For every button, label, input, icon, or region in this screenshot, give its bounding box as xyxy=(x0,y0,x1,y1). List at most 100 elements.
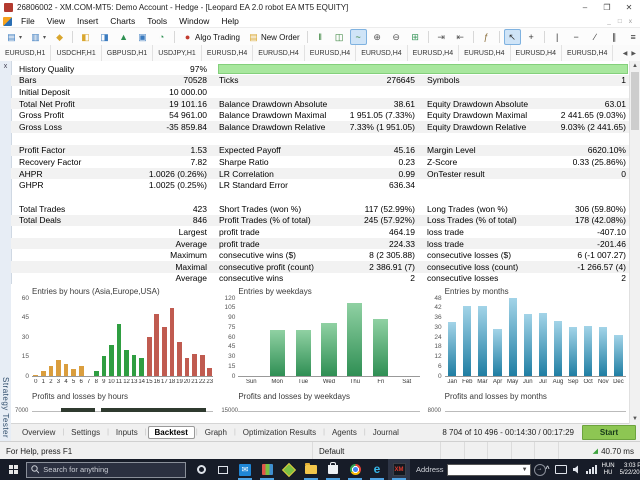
symbol-tab[interactable]: EURUSD,H4 xyxy=(202,45,254,61)
store-taskbar-button[interactable] xyxy=(322,459,344,480)
tab-scroll-left-icon[interactable]: ◀ xyxy=(623,50,628,57)
minimize-icon[interactable]: – xyxy=(574,0,596,15)
tab-optimization-results[interactable]: Optimization Results xyxy=(237,427,322,438)
tab-scroll-right-icon[interactable]: ▶ xyxy=(631,50,636,57)
cortana-taskbar-button[interactable] xyxy=(190,459,212,480)
algo-trading-button[interactable]: ● Algo Trading xyxy=(179,29,243,45)
address-go-icon[interactable]: → xyxy=(533,463,546,476)
mail-taskbar-button[interactable]: ✉ xyxy=(234,459,256,480)
chrome-taskbar-button[interactable] xyxy=(344,459,366,480)
panel-close-icon[interactable]: x xyxy=(0,61,11,72)
cursor-button[interactable]: ↖ xyxy=(503,29,521,45)
candlestick-button[interactable]: ◫ xyxy=(331,29,348,45)
tile-windows-button[interactable]: ⊞ xyxy=(407,29,424,45)
menu-item-view[interactable]: View xyxy=(41,16,71,26)
zoom-out-button[interactable]: ⊖ xyxy=(388,29,405,45)
taskbar-clock[interactable]: 3:03 PM 5/22/2021 xyxy=(620,463,640,476)
tab-overview[interactable]: Overview xyxy=(16,427,61,438)
new-order-button[interactable]: ▤ New Order xyxy=(245,29,303,45)
profiles-button[interactable]: ▥ ▾ xyxy=(27,29,49,45)
menu-item-window[interactable]: Window xyxy=(173,16,215,26)
horizontal-line-button[interactable]: − xyxy=(568,29,585,45)
scrollbar-thumb[interactable] xyxy=(631,72,639,130)
vertical-line-button[interactable]: | xyxy=(549,29,566,45)
symbol-tab[interactable]: EURUSD,H4 xyxy=(459,45,511,61)
symbol-tab[interactable]: EURUSD,H4 xyxy=(253,45,305,61)
search-input[interactable] xyxy=(43,465,181,474)
tab-separator: | xyxy=(233,429,236,436)
bar-chart-icon: ‖ xyxy=(318,32,322,42)
symbol-tab[interactable]: USDCHF,H1 xyxy=(51,45,102,61)
taskbar-search[interactable] xyxy=(26,461,186,478)
chevron-down-icon[interactable]: ▼ xyxy=(520,467,530,473)
symbol-tab[interactable]: EURUSD,H4 xyxy=(408,45,460,61)
market-watch-button[interactable]: ◧ xyxy=(77,29,94,45)
tab-journal[interactable]: Journal xyxy=(367,427,405,438)
bar xyxy=(463,306,472,376)
scroll-up-icon[interactable]: ▲ xyxy=(630,61,640,71)
window-title: 26806002 - XM.COM-MT5: Demo Account - He… xyxy=(17,3,349,12)
channel-button[interactable]: ∥ xyxy=(606,29,623,45)
symbol-tab[interactable]: EURUSD,H4 xyxy=(305,45,357,61)
menu-item-help[interactable]: Help xyxy=(215,16,244,26)
strategy-tester-button[interactable]: ◔ xyxy=(153,29,170,45)
zoom-in-button[interactable]: ⊕ xyxy=(369,29,386,45)
trendline-button[interactable]: ∕ xyxy=(587,29,604,45)
auto-scroll-button[interactable]: ⇥ xyxy=(433,29,450,45)
scroll-down-icon[interactable]: ▼ xyxy=(630,414,640,424)
y-axis-tick: 60 xyxy=(228,333,236,341)
child-close-icon[interactable]: x xyxy=(629,18,632,25)
child-restore-icon[interactable]: □ xyxy=(618,18,622,25)
symbol-tab[interactable]: EURUSD,H4 xyxy=(356,45,408,61)
menu-item-charts[interactable]: Charts xyxy=(104,16,141,26)
restore-icon[interactable]: ❐ xyxy=(596,0,618,15)
menu-item-file[interactable]: File xyxy=(15,16,41,26)
tab-graph[interactable]: Graph xyxy=(199,427,233,438)
tab-settings[interactable]: Settings xyxy=(65,427,106,438)
symbol-tab[interactable]: EURUSD,H1 xyxy=(0,45,52,61)
menu-item-insert[interactable]: Insert xyxy=(71,16,104,26)
task-view-taskbar-button[interactable] xyxy=(212,459,234,480)
bar-chart-button[interactable]: ‖ xyxy=(312,29,329,45)
diamond-app-taskbar-button[interactable] xyxy=(278,459,300,480)
navigator-button[interactable]: ▲ xyxy=(115,29,132,45)
new-chart-button[interactable]: ▤ ▾ xyxy=(3,29,25,45)
chevron-up-icon[interactable]: ^ xyxy=(546,466,550,473)
symbol-tab[interactable]: USDJPY,H1 xyxy=(153,45,202,61)
tab-inputs[interactable]: Inputs xyxy=(110,427,144,438)
symbol-tab[interactable]: GBPUSD,H1 xyxy=(102,45,154,61)
indicators-button[interactable]: ƒ xyxy=(478,29,495,45)
data-window-button[interactable]: ◨ xyxy=(96,29,113,45)
network-icon[interactable] xyxy=(585,465,597,474)
line-chart-button[interactable]: ~ xyxy=(349,29,367,45)
xm-terminal-taskbar-button[interactable]: XM xyxy=(388,459,410,480)
status-profile[interactable]: Default xyxy=(312,442,440,460)
crosshair-button[interactable]: + xyxy=(523,29,540,45)
stats-block: Profit Factor 1.53 Expected Payoff 45.16 Mar… xyxy=(11,144,630,191)
language-indicator[interactable]: HUN HU xyxy=(602,463,615,476)
stats-value: 97% xyxy=(189,63,207,74)
menu-item-tools[interactable]: Tools xyxy=(141,16,173,26)
tab-agents[interactable]: Agents xyxy=(326,427,363,438)
vertical-scrollbar[interactable]: ▲ ▼ xyxy=(629,61,640,424)
chart-shift-button[interactable]: ⇤ xyxy=(452,29,469,45)
start-button[interactable]: Start xyxy=(582,425,636,440)
close-icon[interactable]: ✕ xyxy=(618,0,640,15)
file-explorer-taskbar-button[interactable] xyxy=(300,459,322,480)
child-minimize-icon[interactable]: _ xyxy=(607,18,611,25)
edge-taskbar-button[interactable]: e xyxy=(366,459,388,480)
touch-keyboard-icon[interactable] xyxy=(554,465,567,474)
winrar-taskbar-button[interactable] xyxy=(256,459,278,480)
x-axis-label: 13 xyxy=(130,378,138,385)
start-menu-button[interactable] xyxy=(0,459,26,480)
toolbox-button[interactable]: ▣ xyxy=(134,29,151,45)
address-input[interactable]: ▼ xyxy=(446,463,531,476)
symbol-tab[interactable]: EURUSD,H4 xyxy=(562,45,614,61)
stats-value: 423 xyxy=(192,203,207,214)
symbol-tab-bar-wrap: EURUSD,H1 USDCHF,H1 GBPUSD,H1 USDJPY,H1 EURU… xyxy=(0,45,640,62)
speaker-icon[interactable] xyxy=(572,465,581,474)
fibonacci-button[interactable]: ≡ xyxy=(625,29,640,45)
tab-backtest[interactable]: Backtest xyxy=(147,426,195,439)
symbol-tab[interactable]: EURUSD,H4 xyxy=(511,45,562,61)
metaeditor-button[interactable]: ◆ xyxy=(51,29,68,45)
